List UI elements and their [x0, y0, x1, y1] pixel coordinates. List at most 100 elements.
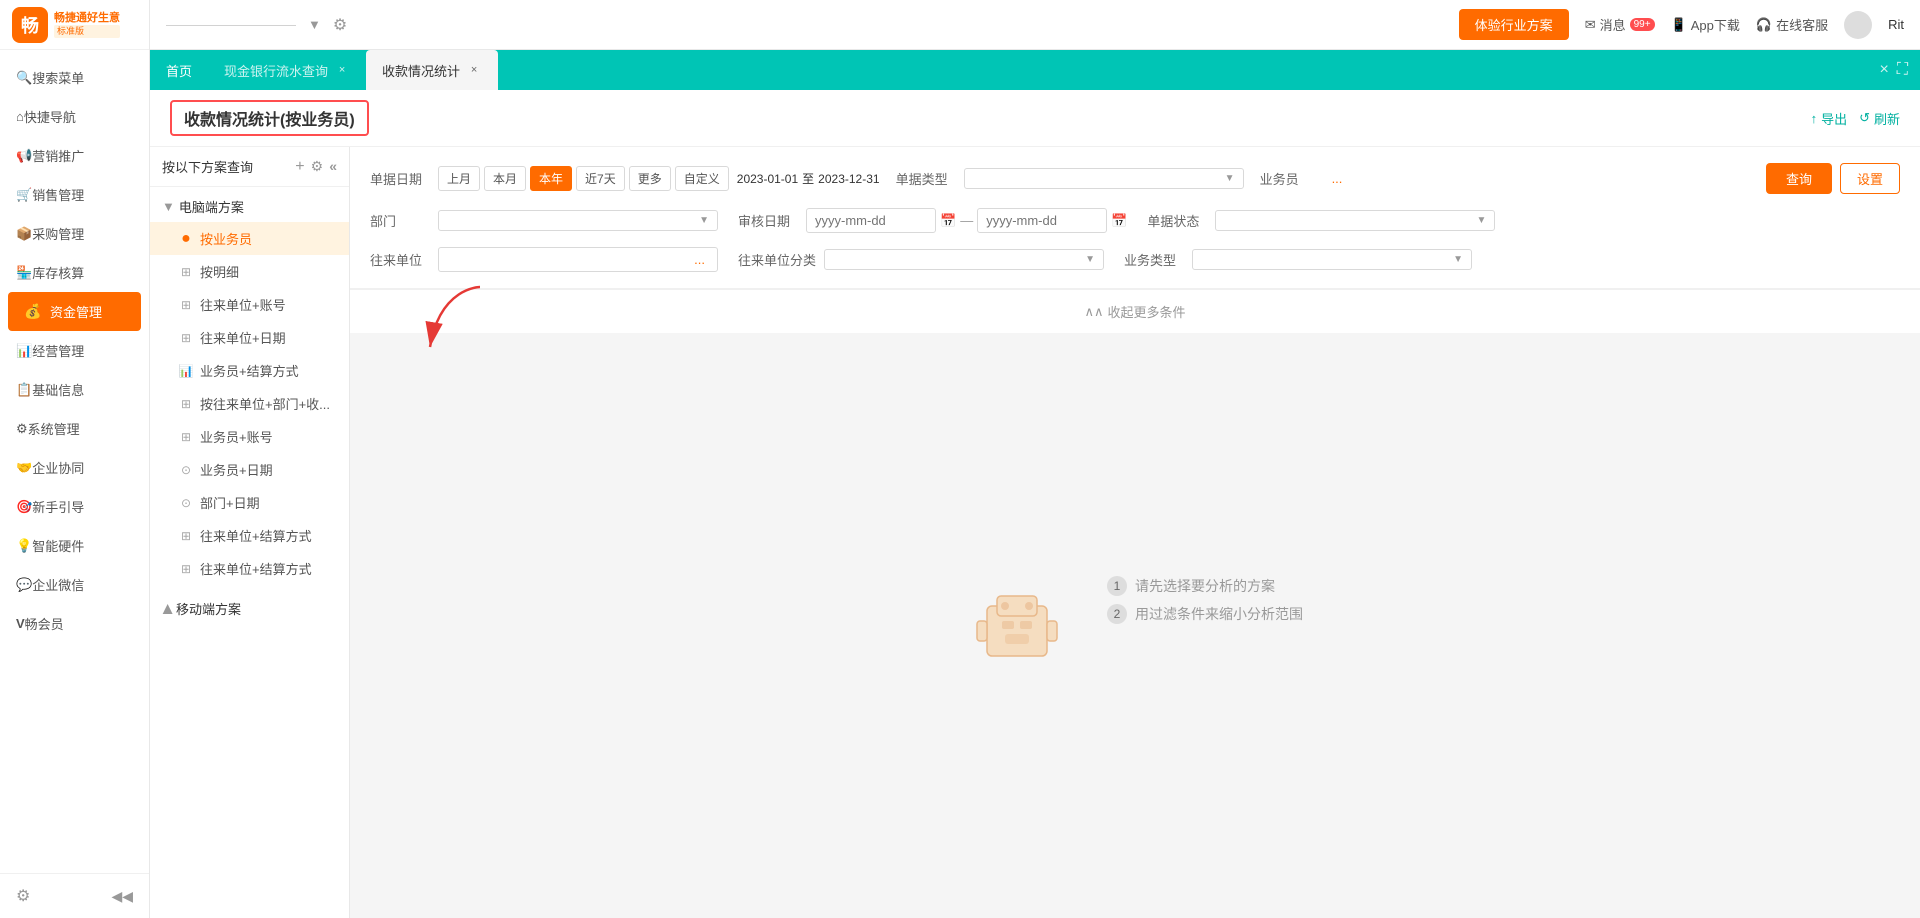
sidebar-item-basic[interactable]: 📋 基础信息: [0, 370, 149, 409]
filter-section: 单据日期 上月 本月 本年 近7天 更多 自定义: [350, 147, 1920, 289]
page-title: 收款情况统计(按业务员): [184, 112, 355, 129]
finance-icon: 💰: [24, 303, 42, 321]
message-action[interactable]: ✉ 消息 99+: [1585, 15, 1655, 34]
review-date-start-input[interactable]: [806, 208, 936, 233]
biz-type-select[interactable]: ▼: [1192, 249, 1472, 270]
top-bar: —————————— ▼ ⚙ 体验行业方案 ✉ 消息 99+ 📱 App下载: [150, 0, 1920, 50]
unit-settle1-icon: ⊞: [178, 528, 194, 544]
scheme-group-mobile-title[interactable]: ▶ 移动端方案: [150, 593, 349, 624]
sidebar-item-operation[interactable]: 📊 经营管理: [0, 331, 149, 370]
tab-receipt-stat[interactable]: 收款情况统计 ×: [366, 50, 498, 90]
logo-text: 畅捷通好生意 标准版: [54, 11, 120, 39]
staff-more-btn[interactable]: ...: [1328, 171, 1347, 186]
tab-close-bank-flow[interactable]: ×: [334, 62, 350, 78]
panel-header: 按以下方案查询 + ⚙ «: [150, 147, 349, 187]
scheme-item-by-staff[interactable]: ● 按业务员: [150, 222, 349, 255]
dept-select[interactable]: ▼: [438, 210, 718, 231]
export-button[interactable]: ↑ 导出: [1811, 109, 1848, 128]
top-bar-right: 体验行业方案 ✉ 消息 99+ 📱 App下载 🎧 在线客服: [1459, 9, 1904, 40]
sidebar-item-enterprise[interactable]: 🤝 企业协同: [0, 448, 149, 487]
left-panel: 按以下方案查询 + ⚙ « ▼ 电脑端方案 ● 按业务员: [150, 147, 350, 918]
tab-close-all-icon[interactable]: ×: [1879, 61, 1888, 79]
footer-settings-icon[interactable]: ⚙: [16, 886, 30, 906]
tab-bank-flow[interactable]: 现金银行流水查询 ×: [208, 50, 366, 90]
filter-biz-type-item: 业务类型 ▼: [1124, 249, 1472, 270]
tab-close-receipt-stat[interactable]: ×: [466, 62, 482, 78]
footer-collapse-icon[interactable]: ◀◀: [111, 888, 133, 905]
scheme-item-unit-account[interactable]: ⊞ 往来单位+账号: [150, 288, 349, 321]
unit-settle2-icon: ⊞: [178, 561, 194, 577]
top-actions: ✉ 消息 99+ 📱 App下载 🎧 在线客服 Rit: [1585, 11, 1904, 39]
sidebar-item-purchase[interactable]: 📦 采购管理: [0, 214, 149, 253]
filter-doc-status-item: 单据状态 ▼: [1147, 210, 1495, 231]
sidebar-item-guide[interactable]: 🎯 新手引导: [0, 487, 149, 526]
app-download-action[interactable]: 📱 App下载: [1671, 15, 1740, 34]
date-btn-this-month[interactable]: 本月: [484, 166, 526, 191]
date-btn-custom[interactable]: 自定义: [675, 166, 729, 191]
filter-unit-item: 往来单位 ...: [370, 247, 718, 272]
date-btn-7days[interactable]: 近7天: [576, 166, 625, 191]
sidebar-item-sales[interactable]: 🛒 销售管理: [0, 175, 149, 214]
scheme-item-dept-date[interactable]: ⊙ 部门+日期: [150, 486, 349, 519]
marketing-icon: 📢: [16, 148, 32, 164]
active-scheme-icon: ●: [178, 231, 194, 247]
unit-dept-icon: ⊞: [178, 396, 194, 412]
empty-svg-icon: [967, 576, 1067, 676]
date-btn-last-month[interactable]: 上月: [438, 166, 480, 191]
scheme-item-unit-settle1[interactable]: ⊞ 往来单位+结算方式: [150, 519, 349, 552]
breadcrumb: ——————————: [166, 17, 296, 32]
scheme-item-by-detail[interactable]: ⊞ 按明细: [150, 255, 349, 288]
sidebar-item-system[interactable]: ⚙ 系统管理: [0, 409, 149, 448]
settings-gear-icon[interactable]: ⚙: [333, 15, 347, 35]
doc-status-select[interactable]: ▼: [1215, 210, 1495, 231]
date-btn-more[interactable]: 更多: [629, 166, 671, 191]
scheme-item-unit-settle2[interactable]: ⊞ 往来单位+结算方式: [150, 552, 349, 585]
review-date-end-input[interactable]: [977, 208, 1107, 233]
doc-type-select[interactable]: ▼: [964, 168, 1244, 189]
detail-scheme-icon: ⊞: [178, 264, 194, 280]
tip-num-2: 2: [1107, 604, 1127, 624]
sidebar-item-quick-nav[interactable]: ⌂ 快捷导航: [0, 97, 149, 136]
sidebar-item-search[interactable]: 🔍 搜索菜单: [0, 58, 149, 97]
calendar-end-icon[interactable]: 📅: [1111, 213, 1127, 229]
empty-tips: 1 请先选择要分析的方案 2 用过滤条件来缩小分析范围: [1107, 576, 1303, 624]
scheme-item-unit-date[interactable]: ⊞ 往来单位+日期: [150, 321, 349, 354]
guide-icon: 🎯: [16, 499, 32, 515]
page-header: 收款情况统计(按业务员) ↑ 导出 ↺ 刷新: [150, 90, 1920, 147]
add-scheme-icon[interactable]: +: [295, 158, 304, 176]
scheme-settings-icon[interactable]: ⚙: [311, 158, 324, 176]
sidebar-item-wechat[interactable]: 💬 企业微信: [0, 565, 149, 604]
sidebar-item-marketing[interactable]: 📢 营销推广: [0, 136, 149, 175]
sidebar-item-finance[interactable]: 💰 资金管理: [8, 292, 141, 331]
user-avatar[interactable]: [1844, 11, 1872, 39]
dropdown-arrow-icon[interactable]: ▼: [308, 17, 321, 32]
sidebar-item-hardware[interactable]: 💡 智能硬件: [0, 526, 149, 565]
scheme-item-unit-dept[interactable]: ⊞ 按往来单位+部门+收...: [150, 387, 349, 420]
scheme-item-staff-account[interactable]: ⊞ 业务员+账号: [150, 420, 349, 453]
unit-select[interactable]: ...: [438, 247, 718, 272]
scheme-item-staff-settle[interactable]: 📊 业务员+结算方式: [150, 354, 349, 387]
tab-home[interactable]: 首页: [150, 50, 208, 90]
date-btn-this-year[interactable]: 本年: [530, 166, 572, 191]
sidebar-item-member[interactable]: V 畅会员: [0, 604, 149, 643]
review-date-input-group: 📅 — 📅: [806, 208, 1127, 233]
tab-maximize-icon[interactable]: ⛶: [1897, 61, 1908, 79]
query-button[interactable]: 查询: [1766, 163, 1832, 194]
unit-account-icon: ⊞: [178, 297, 194, 313]
refresh-button[interactable]: ↺ 刷新: [1859, 109, 1900, 128]
unit-more-btn[interactable]: ...: [690, 252, 709, 267]
panel-collapse-icon[interactable]: «: [329, 158, 337, 176]
online-service-action[interactable]: 🎧 在线客服: [1756, 15, 1828, 34]
sidebar-item-inventory[interactable]: 🏪 库存核算: [0, 253, 149, 292]
logo-icon: 畅: [12, 7, 48, 43]
enterprise-icon: 🤝: [16, 460, 32, 476]
scheme-group-desktop-title[interactable]: ▼ 电脑端方案: [150, 191, 349, 222]
calendar-start-icon[interactable]: 📅: [940, 213, 956, 229]
collapse-bar[interactable]: ∧∧ 收起更多条件: [350, 289, 1920, 333]
scheme-item-staff-date[interactable]: ⊙ 业务员+日期: [150, 453, 349, 486]
trial-button[interactable]: 体验行业方案: [1459, 9, 1569, 40]
unit-class-select[interactable]: ▼: [824, 249, 1104, 270]
group-expand-arrow: ▼: [162, 199, 175, 214]
setting-button[interactable]: 设置: [1840, 163, 1900, 194]
message-icon: ✉: [1585, 17, 1596, 33]
